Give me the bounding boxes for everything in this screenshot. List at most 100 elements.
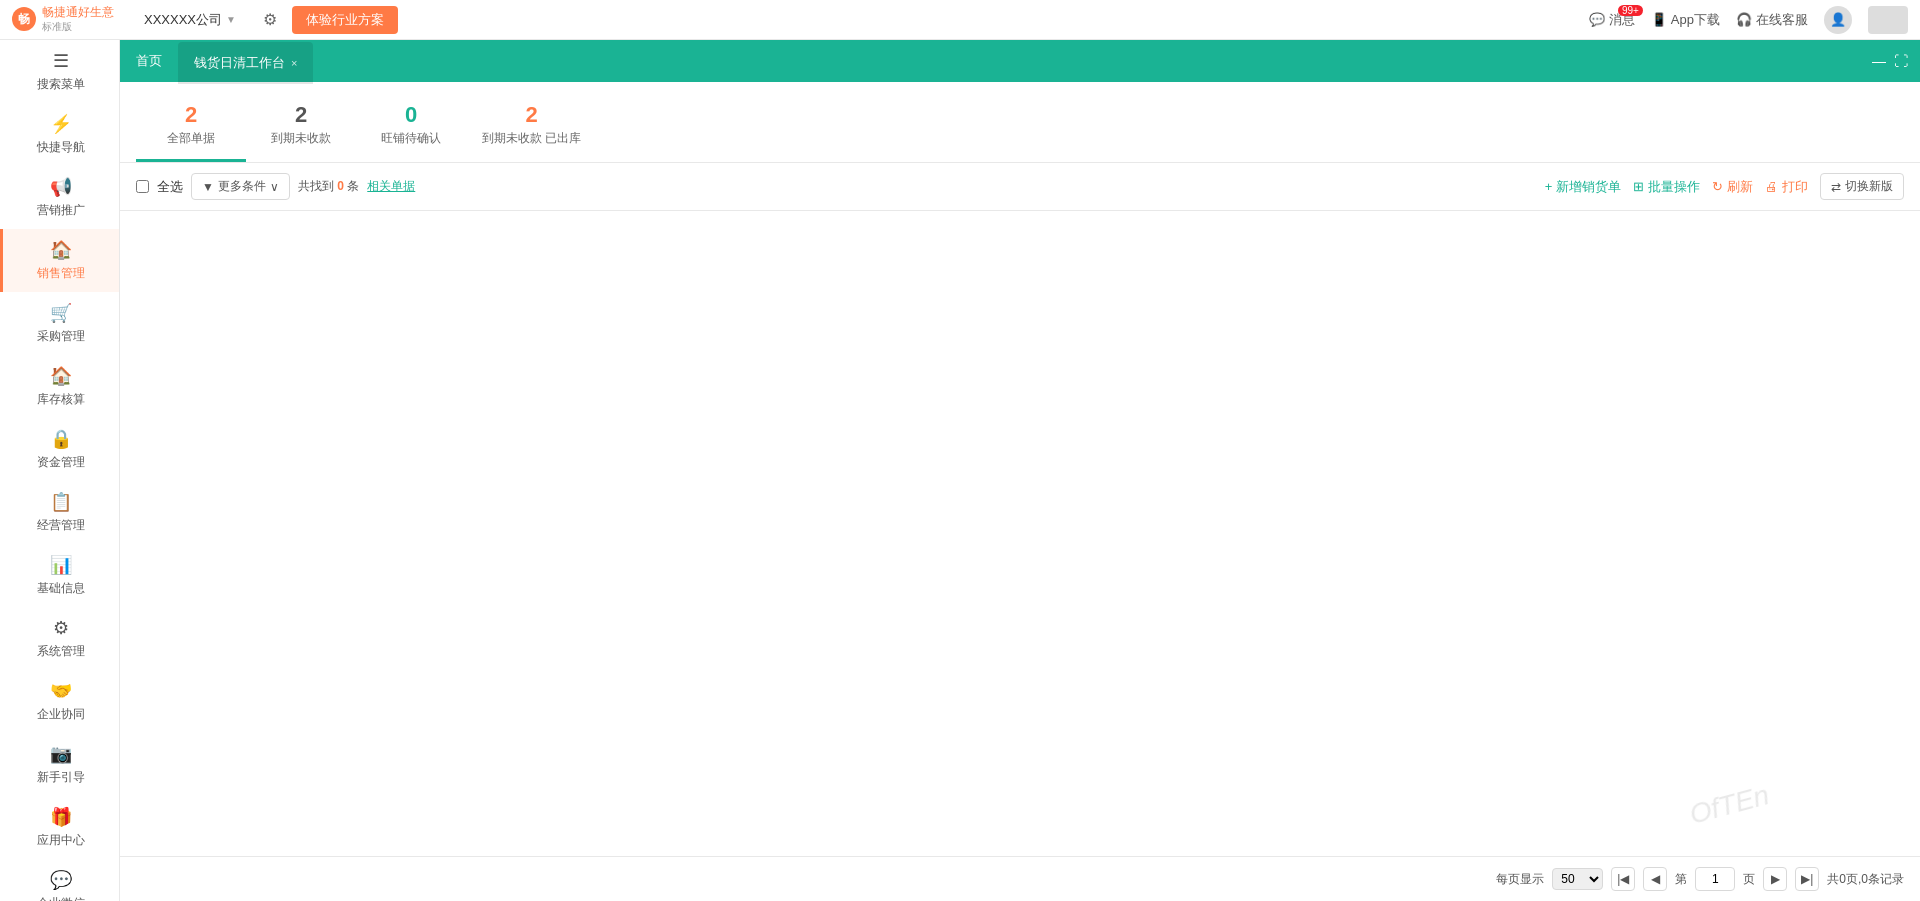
page-body: 2 全部单据 2 到期未收款 0 旺铺待确认 2 到期未收款 已出库 [120,82,1920,901]
sidebar-item-app-center[interactable]: 🎁 应用中心 [0,796,119,859]
sidebar-item-label: 采购管理 [37,328,85,345]
per-page-select[interactable]: 10 20 50 100 [1552,868,1603,890]
sidebar-item-sales[interactable]: 🏠 销售管理 [0,229,119,292]
header-center: ⚙ 体验行业方案 [248,6,1589,34]
sidebar-item-basic-info[interactable]: 📊 基础信息 [0,544,119,607]
switch-version-button[interactable]: ⇄ 切换新版 [1820,173,1904,200]
next-page-button[interactable]: ▶ [1763,867,1787,891]
sidebar-item-wechat[interactable]: 💬 企业微信 [0,859,119,901]
sidebar-item-label: 经营管理 [37,517,85,534]
sidebar-item-inventory[interactable]: 🏠 库存核算 [0,355,119,418]
refresh-button[interactable]: ↻ 刷新 [1712,178,1753,196]
logo-text: 畅捷通好生意 [42,5,114,19]
avatar-icon: 👤 [1830,12,1846,27]
service-icon: 🎧 [1736,12,1752,27]
content-area [120,211,1920,856]
select-all-checkbox[interactable] [136,180,149,193]
switch-label: 切换新版 [1845,178,1893,195]
new-order-button[interactable]: + 新增销货单 [1545,178,1621,196]
print-label: 打印 [1782,178,1808,196]
marketing-icon: 📢 [50,176,72,198]
total-pages-label: 共0页,0条记录 [1827,871,1904,888]
tab-home[interactable]: 首页 [120,40,178,82]
select-all-label: 全选 [157,178,183,196]
main-content: 首页 钱货日清工作台 × — ⛶ 2 全部单据 2 到期未收款 [120,40,1920,901]
sidebar-item-purchase[interactable]: 🛒 采购管理 [0,292,119,355]
app-download-button[interactable]: 📱 App下载 [1651,11,1720,29]
user-info[interactable] [1868,6,1908,34]
filter-label: 更多条件 [218,178,266,195]
sidebar-item-finance[interactable]: 🔒 资金管理 [0,418,119,481]
related-link[interactable]: 相关单据 [367,178,415,195]
refresh-label: 刷新 [1727,178,1753,196]
page-number-input[interactable] [1695,867,1735,891]
batch-label: 批量操作 [1648,178,1700,196]
sidebar: ☰ 搜索菜单 ⚡ 快捷导航 📢 营销推广 🏠 销售管理 🛒 采购管理 🏠 库存核… [0,40,120,901]
toolbar-left: 全选 ▼ 更多条件 ∨ 共找到 0 条 相关单据 [136,173,1537,200]
sidebar-item-label: 基础信息 [37,580,85,597]
search-menu-icon: ☰ [53,50,69,72]
tab-bar-right: — ⛶ [1872,53,1920,69]
sidebar-item-cooperation[interactable]: 🤝 企业协同 [0,670,119,733]
avatar[interactable]: 👤 [1824,6,1852,34]
tab-close-icon[interactable]: × [291,57,297,69]
batch-icon: ⊞ [1633,179,1644,194]
sales-icon: 🏠 [50,239,72,261]
tab-bar: 首页 钱货日清工作台 × — ⛶ [120,40,1920,82]
first-page-button[interactable]: |◀ [1611,867,1635,891]
filter-chevron-icon: ∨ [270,180,279,194]
operation-icon: 📋 [50,491,72,513]
stat-tab-overdue[interactable]: 2 到期未收款 [246,94,356,162]
tab-active[interactable]: 钱货日清工作台 × [178,42,313,84]
inventory-icon: 🏠 [50,365,72,387]
logo-sub: 标准版 [42,20,114,34]
sidebar-item-label: 资金管理 [37,454,85,471]
stat-tab-shipped[interactable]: 2 到期未收款 已出库 [466,94,597,162]
company-name: XXXXXX公司 [144,11,222,29]
quick-nav-icon: ⚡ [50,113,72,135]
sidebar-item-quick-nav[interactable]: ⚡ 快捷导航 [0,103,119,166]
system-icon: ⚙ [53,617,69,639]
app-icon: 📱 [1651,12,1667,27]
stat-label-overdue: 到期未收款 [262,130,340,147]
message-button[interactable]: 💬 消息 99+ [1589,11,1635,29]
sidebar-item-label: 新手引导 [37,769,85,786]
tab-maximize-button[interactable]: ⛶ [1894,53,1908,69]
filter-icon: ▼ [202,180,214,194]
stat-label-shipped: 到期未收款 已出库 [482,130,581,147]
message-icon: 💬 [1589,12,1605,27]
found-count: 0 [337,179,344,193]
tab-label: 钱货日清工作台 [194,54,285,72]
refresh-icon: ↻ [1712,179,1723,194]
online-service-button[interactable]: 🎧 在线客服 [1736,11,1808,29]
sidebar-item-label: 应用中心 [37,832,85,849]
stat-tab-all[interactable]: 2 全部单据 [136,94,246,162]
found-text: 共找到 0 条 [298,178,359,195]
service-label: 在线客服 [1756,11,1808,29]
sidebar-item-guide[interactable]: 📷 新手引导 [0,733,119,796]
sidebar-item-marketing[interactable]: 📢 营销推广 [0,166,119,229]
sidebar-item-operation[interactable]: 📋 经营管理 [0,481,119,544]
company-selector[interactable]: XXXXXX公司 ▼ [132,11,248,29]
tab-minimize-button[interactable]: — [1872,53,1886,69]
print-icon: 🖨 [1765,179,1778,194]
settings-button[interactable]: ⚙ [256,6,284,34]
filter-button[interactable]: ▼ 更多条件 ∨ [191,173,290,200]
print-button[interactable]: 🖨 打印 [1765,178,1808,196]
batch-button[interactable]: ⊞ 批量操作 [1633,178,1700,196]
stat-num-shipped: 2 [482,102,581,128]
sidebar-item-search[interactable]: ☰ 搜索菜单 [0,40,119,103]
stat-num-all: 2 [152,102,230,128]
trial-button[interactable]: 体验行业方案 [292,6,398,34]
stat-label-pending: 旺铺待确认 [372,130,450,147]
stat-tab-pending[interactable]: 0 旺铺待确认 [356,94,466,162]
sidebar-item-system[interactable]: ⚙ 系统管理 [0,607,119,670]
prev-page-button[interactable]: ◀ [1643,867,1667,891]
page-unit: 页 [1743,871,1755,888]
app-layout: ☰ 搜索菜单 ⚡ 快捷导航 📢 营销推广 🏠 销售管理 🛒 采购管理 🏠 库存核… [0,40,1920,901]
chevron-down-icon: ▼ [226,14,236,25]
toolbar-right: + 新增销货单 ⊞ 批量操作 ↻ 刷新 🖨 打印 ⇄ [1545,173,1904,200]
last-page-button[interactable]: ▶| [1795,867,1819,891]
finance-icon: 🔒 [50,428,72,450]
basic-info-icon: 📊 [50,554,72,576]
